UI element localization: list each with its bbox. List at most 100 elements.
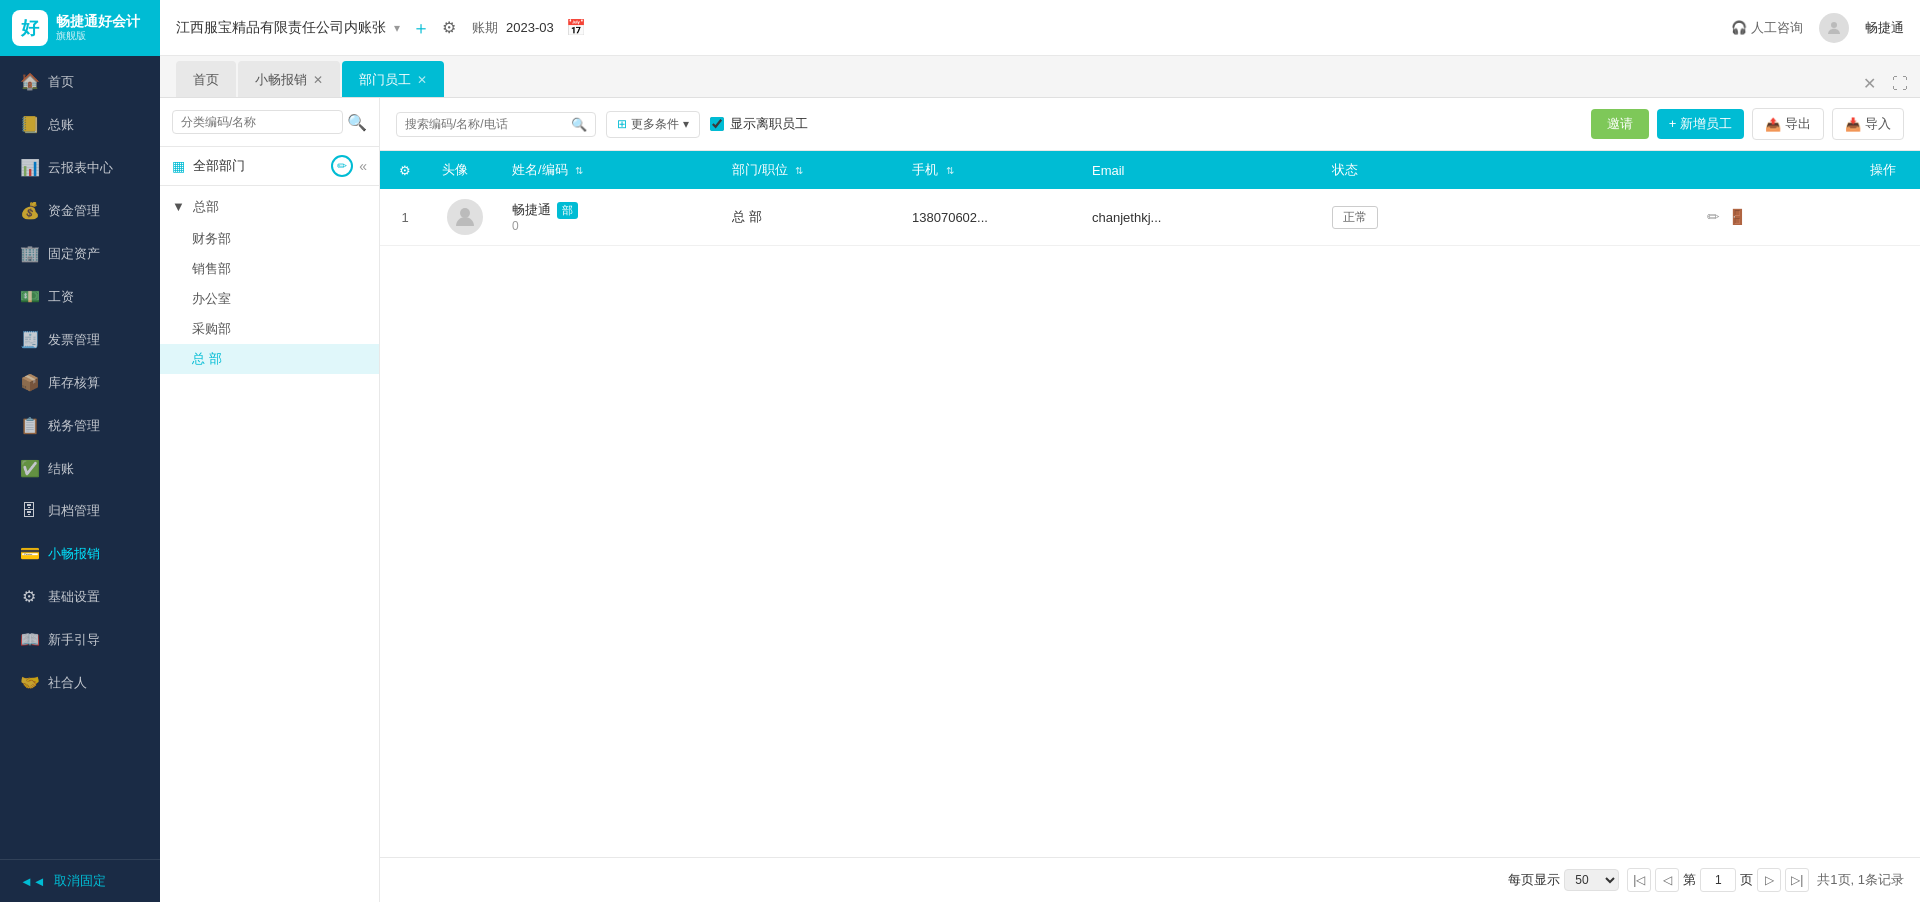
tab-dept-emp-label: 部门员工 (359, 71, 411, 89)
sidebar-item-ledger[interactable]: 📒 总账 (0, 103, 160, 146)
dept-child-purchase-label: 采购部 (192, 321, 231, 336)
dept-parent-label: 总部 (193, 199, 219, 214)
sidebar-label-capital: 资金管理 (48, 202, 100, 220)
name-sort-icon[interactable]: ⇅ (575, 165, 583, 176)
dept-search-icon[interactable]: 🔍 (347, 113, 367, 132)
support-label: 人工咨询 (1751, 19, 1803, 37)
company-dropdown-icon[interactable]: ▾ (394, 21, 400, 35)
sidebar-label-tax: 税务管理 (48, 417, 100, 435)
sidebar-item-fixed-assets[interactable]: 🏢 固定资产 (0, 232, 160, 275)
close-tab-icon[interactable]: ✕ (1859, 70, 1880, 97)
add-employee-button[interactable]: + 新增员工 (1657, 109, 1744, 139)
tab-dept-emp[interactable]: 部门员工 ✕ (342, 61, 444, 97)
col-dept: 部门/职位 ⇅ (720, 151, 900, 189)
dept-search-input[interactable] (172, 110, 343, 134)
content-area: 🔍 ▦ 全部部门 ✏ « ▼ 总部 财务部 (160, 98, 1920, 902)
sidebar-item-partner[interactable]: 🤝 社合人 (0, 661, 160, 704)
employee-table: ⚙ 头像 姓名/编码 ⇅ 部门/职位 ⇅ (380, 151, 1920, 246)
sidebar-label-partner: 社合人 (48, 674, 87, 692)
settings-gear-icon[interactable]: ⚙ (442, 18, 456, 37)
sidebar-label-expense: 小畅报销 (48, 545, 100, 563)
sidebar-item-archive[interactable]: 🗄 归档管理 (0, 490, 160, 532)
import-button[interactable]: 📥 导入 (1832, 108, 1904, 140)
right-panel: 🔍 ⊞ 更多条件 ▾ 显示离职员工 邀请 + 新增员工 (380, 98, 1920, 902)
dept-child-purchase[interactable]: 采购部 (160, 314, 379, 344)
sidebar-item-inventory[interactable]: 📦 库存核算 (0, 361, 160, 404)
sidebar-item-reports[interactable]: 📊 云报表中心 (0, 146, 160, 189)
sidebar-item-guide[interactable]: 📖 新手引导 (0, 618, 160, 661)
unpin-button[interactable]: ◄◄ 取消固定 (0, 859, 160, 902)
edit-button[interactable]: ✏ (1707, 208, 1720, 226)
sidebar-label-invoice: 发票管理 (48, 331, 100, 349)
sidebar: 好 畅捷通好会计 旗舰版 🏠 首页 📒 总账 📊 云报表中心 💰 资金管理 🏢 … (0, 0, 160, 902)
tab-dept-emp-close-icon[interactable]: ✕ (417, 73, 427, 87)
tab-expense-label: 小畅报销 (255, 71, 307, 89)
per-page-label: 每页显示 (1508, 871, 1560, 889)
col-settings: ⚙ (380, 151, 430, 189)
topbar: 江西服宝精品有限责任公司内账张 ▾ ＋ ⚙ 账期 2023-03 📅 🎧 人工咨… (160, 0, 1920, 56)
per-page-select[interactable]: 50 100 200 (1564, 869, 1619, 891)
add-company-icon[interactable]: ＋ (412, 16, 430, 40)
sidebar-item-close[interactable]: ✅ 结账 (0, 447, 160, 490)
sidebar-item-invoice[interactable]: 🧾 发票管理 (0, 318, 160, 361)
show-resigned-checkbox[interactable] (710, 117, 724, 131)
fullscreen-icon[interactable]: ⛶ (1888, 71, 1912, 97)
page-prev-button[interactable]: ◁ (1655, 868, 1679, 892)
tab-expense[interactable]: 小畅报销 ✕ (238, 61, 340, 97)
emp-name-group: 畅捷通 部 (512, 201, 708, 219)
tab-expense-close-icon[interactable]: ✕ (313, 73, 323, 87)
calendar-icon[interactable]: 📅 (566, 18, 586, 37)
phone-sort-icon[interactable]: ⇅ (946, 165, 954, 176)
dept-edit-button[interactable]: ✏ (331, 155, 353, 177)
sidebar-item-home[interactable]: 🏠 首页 (0, 60, 160, 103)
total-info: 共1页, 1条记录 (1817, 871, 1904, 889)
app-logo: 好 畅捷通好会计 旗舰版 (0, 0, 160, 56)
export-button[interactable]: 📤 导出 (1752, 108, 1824, 140)
dept-child-general-label: 总 部 (192, 351, 222, 366)
employee-avatar (447, 199, 483, 235)
dept-grid-icon: ▦ (172, 158, 185, 174)
dept-collapse-icon[interactable]: « (359, 158, 367, 174)
pagination: 每页显示 50 100 200 |◁ ◁ 第 页 ▷ ▷| 共1页, 1 (380, 857, 1920, 902)
page-nav: |◁ ◁ 第 页 ▷ ▷| (1627, 868, 1809, 892)
status-badge: 正常 (1332, 206, 1378, 229)
main-area: 江西服宝精品有限责任公司内账张 ▾ ＋ ⚙ 账期 2023-03 📅 🎧 人工咨… (160, 0, 1920, 902)
dept-child-office[interactable]: 办公室 (160, 284, 379, 314)
dept-parent-node: ▼ 总部 (160, 190, 379, 224)
invite-button[interactable]: 邀请 (1591, 109, 1649, 139)
dept-sort-icon[interactable]: ⇅ (795, 165, 803, 176)
sidebar-item-settings[interactable]: ⚙ 基础设置 (0, 575, 160, 618)
sidebar-item-salary[interactable]: 💵 工资 (0, 275, 160, 318)
sidebar-label-fixed-assets: 固定资产 (48, 245, 100, 263)
row-num: 1 (380, 189, 430, 246)
emp-search-box[interactable]: 🔍 (396, 112, 596, 137)
col-avatar: 头像 (430, 151, 500, 189)
filter-icon: ⊞ (617, 117, 627, 131)
page-first-button[interactable]: |◁ (1627, 868, 1651, 892)
page-last-button[interactable]: ▷| (1785, 868, 1809, 892)
sidebar-label-ledger: 总账 (48, 116, 74, 134)
page-next-button[interactable]: ▷ (1757, 868, 1781, 892)
dept-child-sales[interactable]: 销售部 (160, 254, 379, 284)
more-filter-button[interactable]: ⊞ 更多条件 ▾ (606, 111, 700, 138)
dept-child-finance[interactable]: 财务部 (160, 224, 379, 254)
left-panel: 🔍 ▦ 全部部门 ✏ « ▼ 总部 财务部 (160, 98, 380, 902)
dept-header: ▦ 全部部门 ✏ « (160, 147, 379, 186)
sidebar-item-tax[interactable]: 📋 税务管理 (0, 404, 160, 447)
reports-icon: 📊 (20, 158, 38, 177)
support-button[interactable]: 🎧 人工咨询 (1731, 19, 1803, 37)
dept-child-office-label: 办公室 (192, 291, 231, 306)
sidebar-item-expense[interactable]: 💳 小畅报销 (0, 532, 160, 575)
col-status: 状态 (1320, 151, 1695, 189)
logout-button[interactable]: 🚪 (1728, 208, 1747, 226)
emp-search-input[interactable] (405, 117, 567, 131)
emp-search-icon[interactable]: 🔍 (571, 117, 587, 132)
logo-text-group: 畅捷通好会计 旗舰版 (56, 13, 140, 44)
partner-icon: 🤝 (20, 673, 38, 692)
sidebar-item-capital[interactable]: 💰 资金管理 (0, 189, 160, 232)
table-settings-icon[interactable]: ⚙ (399, 163, 411, 178)
dept-child-general[interactable]: 总 部 (160, 344, 379, 374)
tab-home[interactable]: 首页 (176, 61, 236, 97)
page-input[interactable] (1700, 868, 1736, 892)
import-label: 导入 (1865, 115, 1891, 133)
